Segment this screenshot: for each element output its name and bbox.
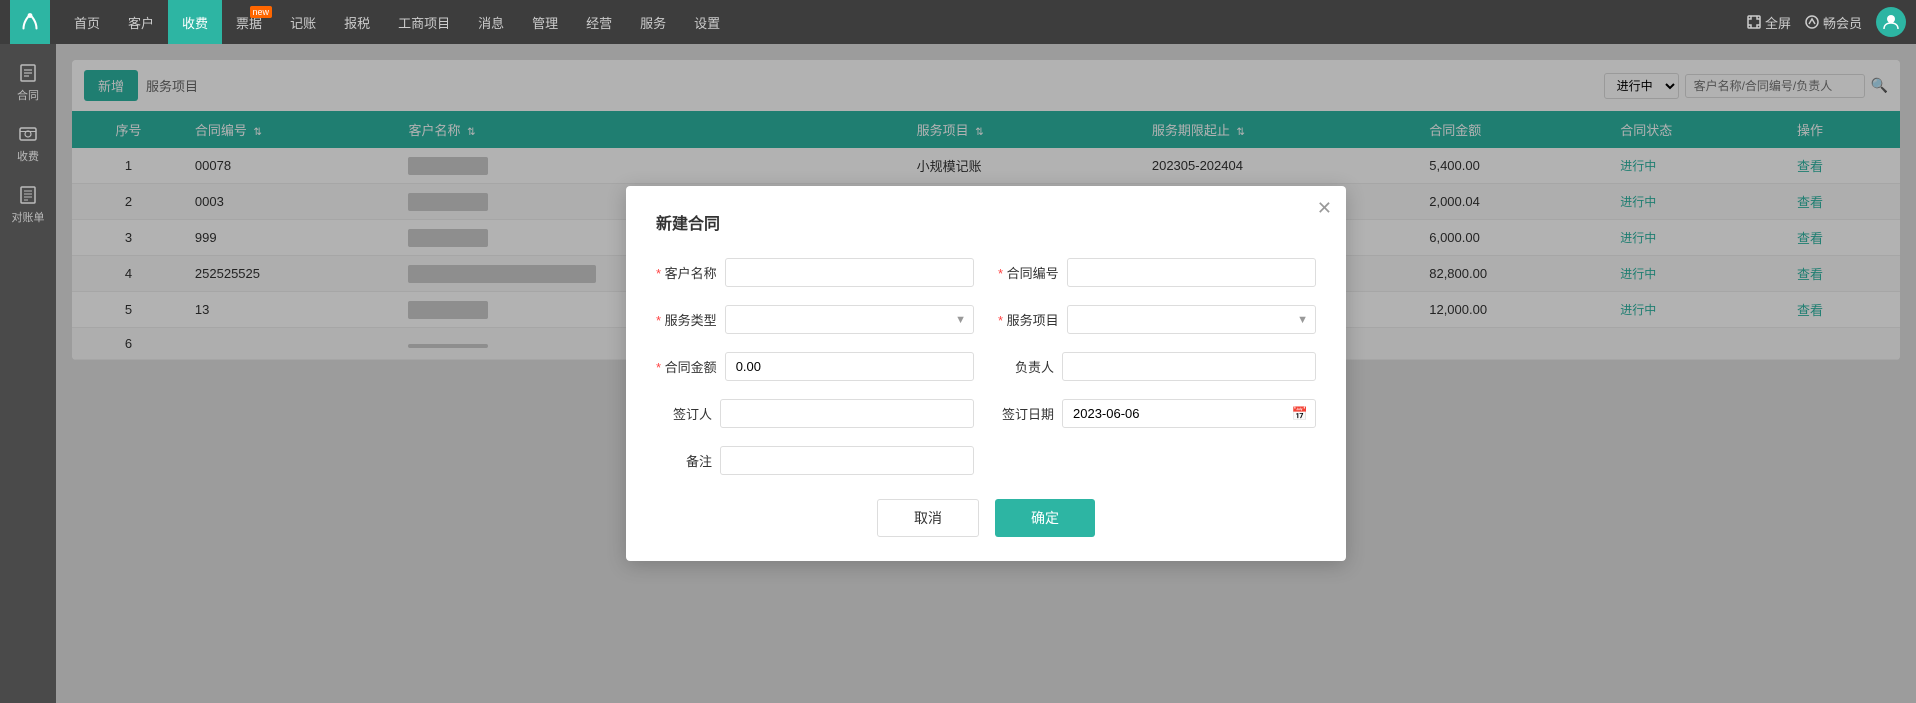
service-type-select[interactable]	[725, 305, 974, 334]
new-badge: new	[250, 6, 273, 18]
form-group-signer: 签订人	[656, 399, 974, 428]
form-row-3: 合同金额 负责人	[656, 352, 1316, 381]
form-group-amount: 合同金额	[656, 352, 974, 381]
modal-overlay: ✕ 新建合同 客户名称 合同编号 服务类型	[56, 44, 1916, 703]
form-group-customer: 客户名称	[656, 258, 974, 287]
contract-icon	[17, 62, 39, 84]
customer-name-label: 客户名称	[656, 263, 717, 282]
nav-item-xiaoxi[interactable]: 消息	[464, 0, 518, 44]
form-group-sign-date: 签订日期 📅	[998, 399, 1316, 428]
nav-item-home[interactable]: 首页	[60, 0, 114, 44]
top-nav: 首页 客户 收费 票据 new 记账 报税 工商项目 消息 管理 经营 服务 设…	[0, 0, 1916, 44]
top-nav-right: 全屏 畅会员	[1747, 7, 1906, 37]
new-contract-modal: ✕ 新建合同 客户名称 合同编号 服务类型	[626, 186, 1346, 561]
contract-no-label: 合同编号	[998, 263, 1059, 282]
customer-name-input[interactable]	[725, 258, 974, 287]
signer-label: 签订人	[656, 404, 712, 423]
calendar-icon: 📅	[1292, 406, 1308, 422]
main-content: 新增 服务项目 进行中全部已完成已终止 🔍 序号 合同编号 ⇅ 客户名称 ⇅ 服…	[56, 44, 1916, 703]
nav-item-shezhi[interactable]: 设置	[680, 0, 734, 44]
remark-label: 备注	[656, 451, 712, 470]
nav-item-customer[interactable]: 客户	[114, 0, 168, 44]
form-row-5: 备注	[656, 446, 1316, 475]
sign-date-label: 签订日期	[998, 404, 1054, 423]
modal-title: 新建合同	[656, 210, 1316, 234]
service-item-select[interactable]	[1067, 305, 1316, 334]
sidebar-item-fee[interactable]: 收费	[3, 115, 53, 172]
form-row-4: 签订人 签订日期 📅	[656, 399, 1316, 428]
bill-icon	[17, 184, 39, 206]
confirm-button[interactable]: 确定	[995, 499, 1095, 537]
form-row-2: 服务类型 ▼ 服务项目 ▼	[656, 305, 1316, 334]
modal-footer: 取消 确定	[656, 499, 1316, 537]
form-group-remark: 备注	[656, 446, 974, 475]
sidebar: 合同 收费 对账单	[0, 44, 56, 703]
person-in-charge-input[interactable]	[1062, 352, 1316, 381]
form-row-1: 客户名称 合同编号	[656, 258, 1316, 287]
person-in-charge-label: 负责人	[998, 357, 1054, 376]
avatar[interactable]	[1876, 7, 1906, 37]
contract-no-input[interactable]	[1067, 258, 1316, 287]
form-group-contract-no: 合同编号	[998, 258, 1316, 287]
modal-close-button[interactable]: ✕	[1317, 198, 1332, 219]
fee-icon	[17, 123, 39, 145]
form-group-person-in-charge: 负责人	[998, 352, 1316, 381]
sidebar-item-bill[interactable]: 对账单	[3, 176, 53, 233]
member-btn[interactable]: 畅会员	[1805, 13, 1862, 32]
remark-input[interactable]	[720, 446, 974, 475]
main-layout: 合同 收费 对账单	[0, 44, 1916, 703]
nav-item-baoshui[interactable]: 报税	[330, 0, 384, 44]
nav-item-jingying[interactable]: 经营	[572, 0, 626, 44]
nav-item-fuwu[interactable]: 服务	[626, 0, 680, 44]
cancel-button[interactable]: 取消	[877, 499, 979, 537]
form-group-service-type: 服务类型 ▼	[656, 305, 974, 334]
nav-item-jizhan[interactable]: 记账	[276, 0, 330, 44]
nav-item-guanli[interactable]: 管理	[518, 0, 572, 44]
nav-item-gongshang[interactable]: 工商项目	[384, 0, 464, 44]
signer-input[interactable]	[720, 399, 974, 428]
sidebar-item-contract[interactable]: 合同	[3, 54, 53, 111]
nav-item-shoufei[interactable]: 收费	[168, 0, 222, 44]
amount-input[interactable]	[725, 352, 974, 381]
amount-label: 合同金额	[656, 357, 717, 376]
service-type-label: 服务类型	[656, 310, 717, 329]
fullscreen-btn[interactable]: 全屏	[1747, 13, 1791, 32]
logo	[10, 0, 50, 44]
sign-date-input[interactable]	[1062, 399, 1316, 428]
nav-item-piaoju[interactable]: 票据 new	[222, 0, 276, 44]
service-item-label: 服务项目	[998, 310, 1059, 329]
form-group-service-item: 服务项目 ▼	[998, 305, 1316, 334]
